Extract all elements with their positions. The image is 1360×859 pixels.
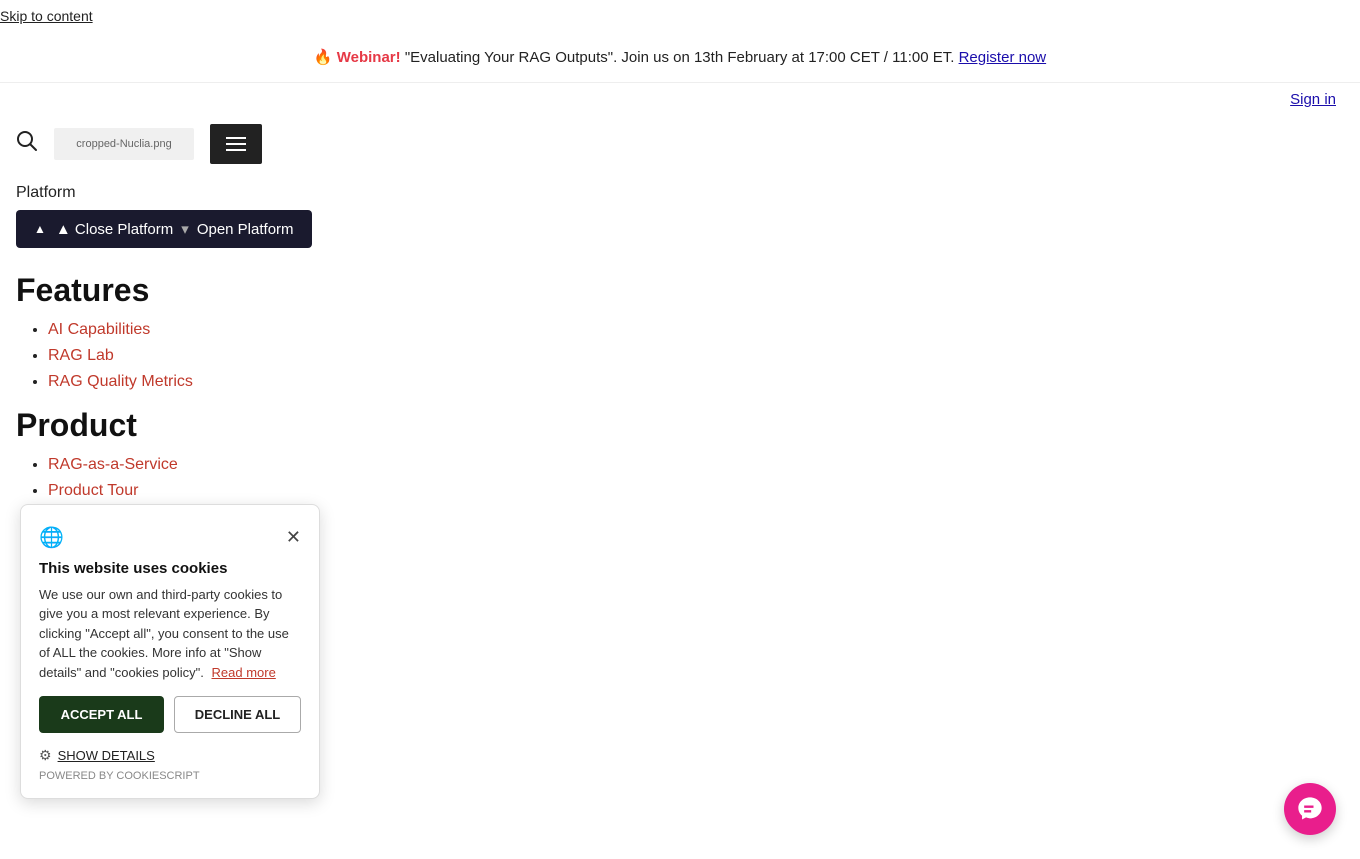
register-link[interactable]: Register now (959, 49, 1047, 66)
platform-toggle-button[interactable]: ▲ ▲ Close Platform ▾ Open Platform (16, 210, 312, 248)
rag-lab-link[interactable]: RAG Lab (48, 347, 114, 364)
hamburger-button[interactable] (210, 124, 262, 164)
cookie-text: We use our own and third-party cookies t… (39, 585, 301, 683)
decline-all-button[interactable]: DECLINE ALL (174, 696, 301, 733)
powered-by-label: POWERED BY COOKIESCRIPT (39, 770, 301, 782)
list-item: RAG-as-a-Service (48, 456, 1344, 474)
show-details-row: ⚙ SHOW DETAILS (39, 747, 301, 764)
features-heading: Features (16, 272, 1344, 309)
features-list: AI Capabilities RAG Lab RAG Quality Metr… (16, 321, 1344, 391)
ai-capabilities-link[interactable]: AI Capabilities (48, 321, 150, 338)
product-section: Product RAG-as-a-Service Product Tour (16, 407, 1344, 500)
product-tour-link[interactable]: Product Tour (48, 482, 138, 499)
search-icon[interactable] (16, 130, 38, 158)
topbar: Sign in (0, 83, 1360, 116)
logo: cropped-Nuclia.png (54, 128, 194, 160)
chat-button[interactable] (1284, 783, 1336, 835)
close-platform-arrow: ▲ (34, 222, 46, 236)
cookie-banner-header: 🌐 ✕ (39, 525, 301, 550)
gear-icon: ⚙ (39, 747, 52, 764)
toggle-separator: ▾ (181, 220, 189, 238)
open-platform-text: Open Platform (197, 221, 294, 238)
platform-nav-label: Platform (16, 172, 1344, 210)
list-item: RAG Lab (48, 347, 1344, 365)
fire-emoji: 🔥 (314, 49, 333, 66)
nav-menu: Platform ▲ ▲ Close Platform ▾ Open Platf… (0, 172, 1360, 500)
list-item: Product Tour (48, 482, 1344, 500)
read-more-link[interactable]: Read more (212, 665, 276, 680)
accept-all-button[interactable]: ACCEPT ALL (39, 696, 164, 733)
list-item: RAG Quality Metrics (48, 373, 1344, 391)
close-platform-text: ▲ Close Platform (56, 221, 173, 238)
show-details-button[interactable]: SHOW DETAILS (58, 748, 155, 763)
globe-icon: 🌐 (39, 525, 64, 550)
list-item: AI Capabilities (48, 321, 1344, 339)
sign-in-link[interactable]: Sign in (1290, 91, 1336, 108)
features-section: Features AI Capabilities RAG Lab RAG Qua… (16, 272, 1344, 391)
skip-link[interactable]: Skip to content (0, 0, 1360, 32)
cookie-title: This website uses cookies (39, 560, 301, 577)
cookie-buttons: ACCEPT ALL DECLINE ALL (39, 696, 301, 733)
header: cropped-Nuclia.png (0, 116, 1360, 172)
cookie-banner: 🌐 ✕ This website uses cookies We use our… (20, 504, 320, 800)
product-list: RAG-as-a-Service Product Tour (16, 456, 1344, 500)
webinar-banner: 🔥 Webinar! "Evaluating Your RAG Outputs"… (0, 32, 1360, 83)
rag-as-a-service-link[interactable]: RAG-as-a-Service (48, 456, 178, 473)
rag-quality-metrics-link[interactable]: RAG Quality Metrics (48, 373, 193, 390)
webinar-label: Webinar! (337, 49, 401, 66)
banner-text: "Evaluating Your RAG Outputs". Join us o… (405, 49, 955, 66)
product-heading: Product (16, 407, 1344, 444)
cookie-close-button[interactable]: ✕ (286, 527, 301, 548)
